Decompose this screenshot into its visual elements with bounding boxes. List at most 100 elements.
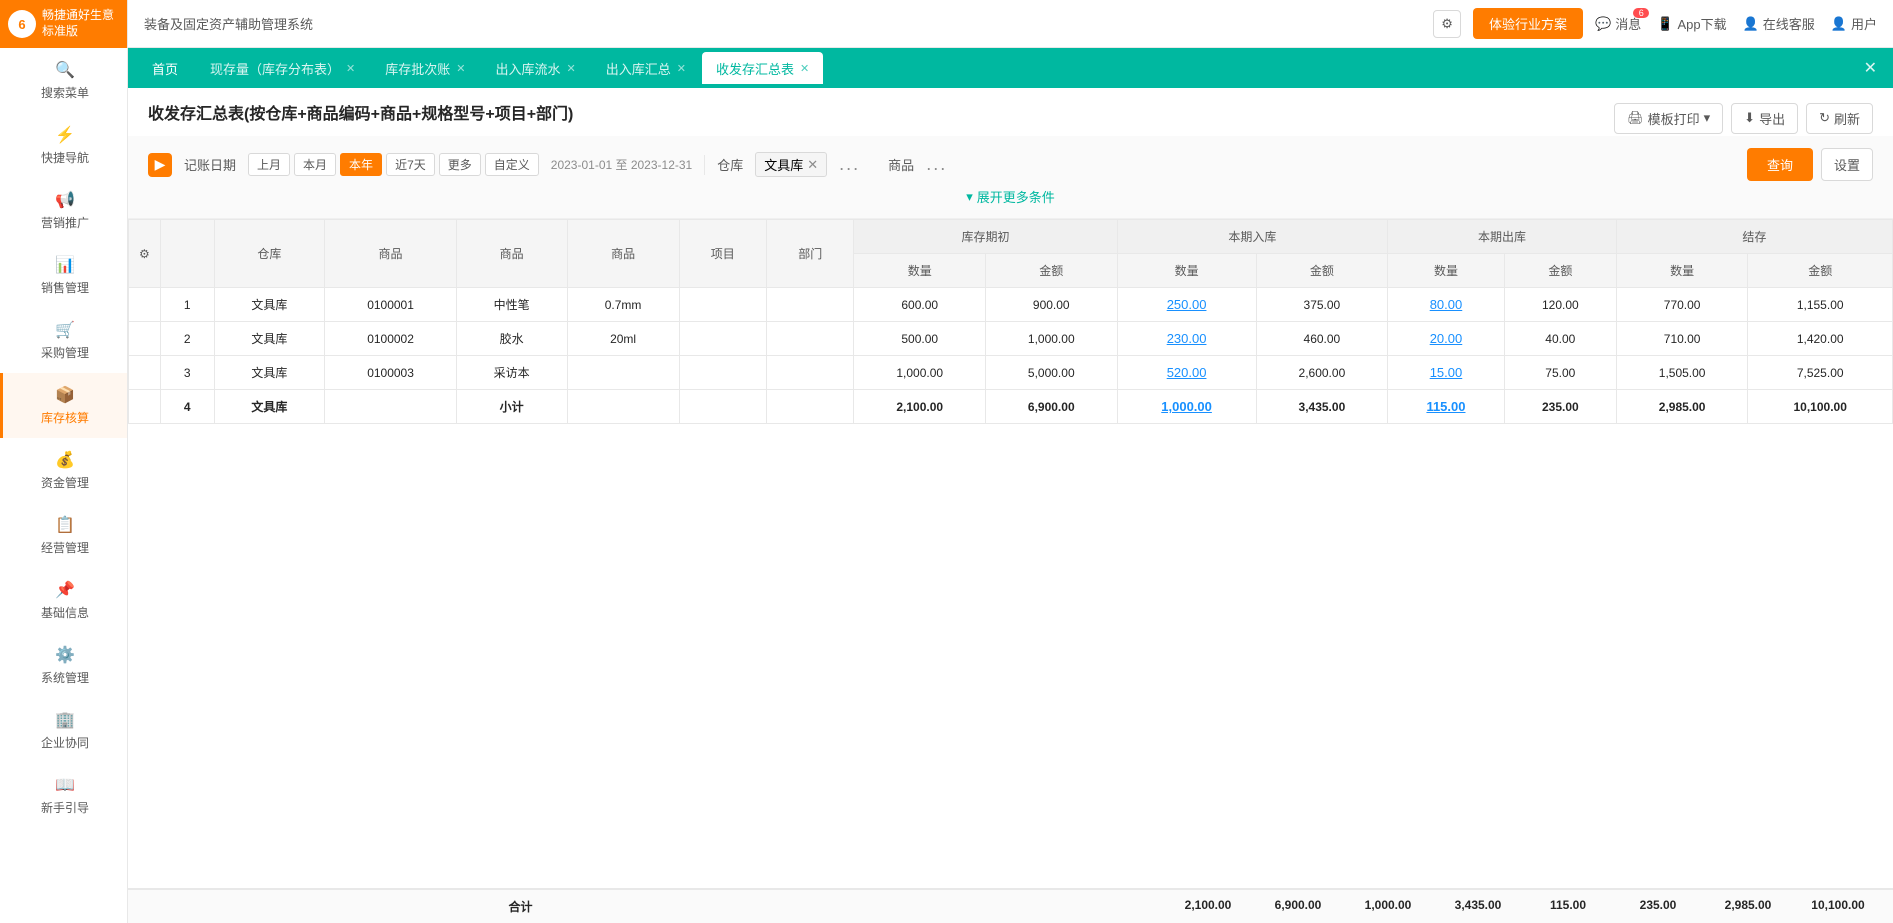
goods-more-btn[interactable]: ... — [926, 154, 947, 175]
sidebar-item-inventory[interactable]: 📦 库存核算 — [0, 373, 127, 438]
tab-home[interactable]: 首页 — [136, 52, 194, 84]
td-opening-qty: 500.00 — [854, 322, 986, 356]
footer-placeholder4 — [1083, 898, 1163, 915]
td-project — [679, 322, 766, 356]
in-qty-link[interactable]: 520.00 — [1167, 365, 1207, 380]
td-opening-qty: 600.00 — [854, 288, 986, 322]
td-out-qty[interactable]: 15.00 — [1388, 356, 1505, 390]
expand-more-btn[interactable]: ▾ 展开更多条件 — [966, 187, 1055, 206]
sidebar-logo: 6 畅捷通好生意标准版 — [0, 0, 127, 48]
tab-close-icon[interactable]: ✕ — [456, 62, 465, 75]
date-btn-7days[interactable]: 近7天 — [386, 153, 435, 176]
date-btn-custom[interactable]: 自定义 — [485, 153, 539, 176]
table-container: ⚙ 仓库 商品 商品 商品 项目 部门 库存期初 本期入库 本期出库 结存 — [128, 219, 1893, 888]
filter-settings-btn[interactable]: 设置 — [1821, 148, 1873, 181]
app-download-btn[interactable]: 📱 App下载 — [1657, 14, 1726, 33]
close-all-tabs-btn[interactable]: ✕ — [1856, 54, 1885, 82]
sidebar-item-system[interactable]: ⚙️ 系统管理 — [0, 633, 127, 698]
sidebar-item-quick-nav[interactable]: ⚡ 快捷导航 — [0, 113, 127, 178]
topbar: 装备及固定资产辅助管理系统 ⚙ 体验行业方案 💬 消息 6 📱 App下载 👤 … — [128, 0, 1893, 48]
td-in-qty[interactable]: 230.00 — [1117, 322, 1256, 356]
filter-toggle-btn[interactable]: ▶ — [148, 153, 172, 177]
sidebar-item-enterprise[interactable]: 🏢 企业协同 — [0, 698, 127, 763]
sidebar-item-marketing[interactable]: 📢 营销推广 — [0, 178, 127, 243]
refresh-btn[interactable]: ↻ 刷新 — [1806, 103, 1873, 134]
app-download-label: App下载 — [1677, 14, 1726, 33]
td-out-amt: 235.00 — [1504, 390, 1616, 424]
th-closing-group: 结存 — [1616, 220, 1892, 254]
out-qty-link[interactable]: 20.00 — [1430, 331, 1463, 346]
td-opening-amt: 5,000.00 — [986, 356, 1118, 390]
system-title: 装备及固定资产辅助管理系统 — [144, 14, 313, 33]
td-out-qty[interactable]: 80.00 — [1388, 288, 1505, 322]
print-btn[interactable]: 🖨 模板打印 ▾ — [1614, 103, 1723, 134]
td-department — [767, 390, 854, 424]
app-icon: 📱 — [1657, 16, 1673, 32]
td-in-qty[interactable]: 1,000.00 — [1117, 390, 1256, 424]
tab-in-out-summary[interactable]: 出入库汇总 ✕ — [592, 52, 700, 84]
in-qty-link[interactable]: 1,000.00 — [1161, 399, 1212, 414]
query-btn[interactable]: 查询 — [1747, 148, 1813, 181]
filter-divider — [704, 155, 705, 175]
out-qty-link[interactable]: 80.00 — [1430, 297, 1463, 312]
online-service-btn[interactable]: 👤 在线客服 — [1743, 14, 1815, 33]
tab-in-out-flow[interactable]: 出入库流水 ✕ — [481, 52, 589, 84]
tab-close-icon[interactable]: ✕ — [677, 62, 686, 75]
th-project: 项目 — [679, 220, 766, 288]
sidebar-item-basic-info[interactable]: 📌 基础信息 — [0, 568, 127, 633]
th-settings[interactable]: ⚙ — [129, 220, 161, 288]
footer-label: 合计 — [198, 898, 843, 915]
sidebar-item-guide[interactable]: 📖 新手引导 — [0, 763, 127, 828]
sidebar-item-purchase[interactable]: 🛒 采购管理 — [0, 308, 127, 373]
out-qty-link[interactable]: 115.00 — [1426, 399, 1465, 414]
export-btn[interactable]: ⬇ 导出 — [1731, 103, 1798, 134]
date-btn-more[interactable]: 更多 — [439, 153, 481, 176]
warehouse-more-btn[interactable]: ... — [839, 154, 860, 175]
tab-inventory-dist[interactable]: 现存量（库存分布表） ✕ — [196, 52, 369, 84]
sidebar-item-label: 资金管理 — [41, 474, 89, 491]
td-settings — [129, 390, 161, 424]
tab-batch-ledger[interactable]: 库存批次账 ✕ — [371, 52, 479, 84]
service-icon: 👤 — [1743, 16, 1759, 32]
td-department — [767, 288, 854, 322]
td-closing-qty: 2,985.00 — [1616, 390, 1748, 424]
sidebar-item-search[interactable]: 🔍 搜索菜单 — [0, 48, 127, 113]
td-in-qty[interactable]: 250.00 — [1117, 288, 1256, 322]
sidebar-item-label: 快捷导航 — [41, 149, 89, 166]
tab-recv-send-summary[interactable]: 收发存汇总表 ✕ — [702, 52, 823, 84]
tab-close-icon[interactable]: ✕ — [800, 62, 809, 75]
td-out-qty[interactable]: 20.00 — [1388, 322, 1505, 356]
user-btn[interactable]: 👤 用户 — [1831, 14, 1877, 33]
td-out-qty[interactable]: 115.00 — [1388, 390, 1505, 424]
content-area: 收发存汇总表(按仓库+商品编码+商品+规格型号+项目+部门) 🖨 模板打印 ▾ … — [128, 88, 1893, 923]
sidebar-item-sales[interactable]: 📊 销售管理 — [0, 243, 127, 308]
td-closing-amt: 1,420.00 — [1748, 322, 1893, 356]
main-area: 装备及固定资产辅助管理系统 ⚙ 体验行业方案 💬 消息 6 📱 App下载 👤 … — [128, 0, 1893, 923]
date-btn-this-month[interactable]: 本月 — [294, 153, 336, 176]
out-qty-link[interactable]: 15.00 — [1430, 365, 1463, 380]
basic-info-icon: 📌 — [55, 580, 75, 600]
td-in-qty[interactable]: 520.00 — [1117, 356, 1256, 390]
tab-close-icon[interactable]: ✕ — [346, 62, 355, 75]
warehouse-tag-close[interactable]: ✕ — [807, 157, 818, 173]
notification-badge: 6 — [1633, 8, 1649, 18]
tab-close-icon[interactable]: ✕ — [567, 62, 576, 75]
date-btn-this-year[interactable]: 本年 — [340, 153, 382, 176]
filter-row: ▶ 记账日期 上月 本月 本年 近7天 更多 自定义 2023-01-01 至 … — [148, 148, 1873, 181]
sidebar-item-label: 营销推广 — [41, 214, 89, 231]
th-out-qty: 数量 — [1388, 254, 1505, 288]
message-btn[interactable]: 💬 消息 6 — [1595, 14, 1641, 33]
experience-btn[interactable]: 体验行业方案 — [1473, 8, 1583, 39]
settings-button[interactable]: ⚙ — [1433, 10, 1461, 38]
in-qty-link[interactable]: 250.00 — [1167, 297, 1207, 312]
sidebar-item-operations[interactable]: 📋 经营管理 — [0, 503, 127, 568]
td-goods-code: 0100002 — [325, 322, 457, 356]
system-title-area: 装备及固定资产辅助管理系统 — [144, 14, 1421, 33]
td-goods-code: 0100001 — [325, 288, 457, 322]
date-btn-prev-month[interactable]: 上月 — [248, 153, 290, 176]
warehouse-tag: 文具库 ✕ — [755, 152, 827, 177]
guide-icon: 📖 — [55, 775, 75, 795]
th-out-amt: 金额 — [1504, 254, 1616, 288]
sidebar-item-finance[interactable]: 💰 资金管理 — [0, 438, 127, 503]
in-qty-link[interactable]: 230.00 — [1167, 331, 1207, 346]
